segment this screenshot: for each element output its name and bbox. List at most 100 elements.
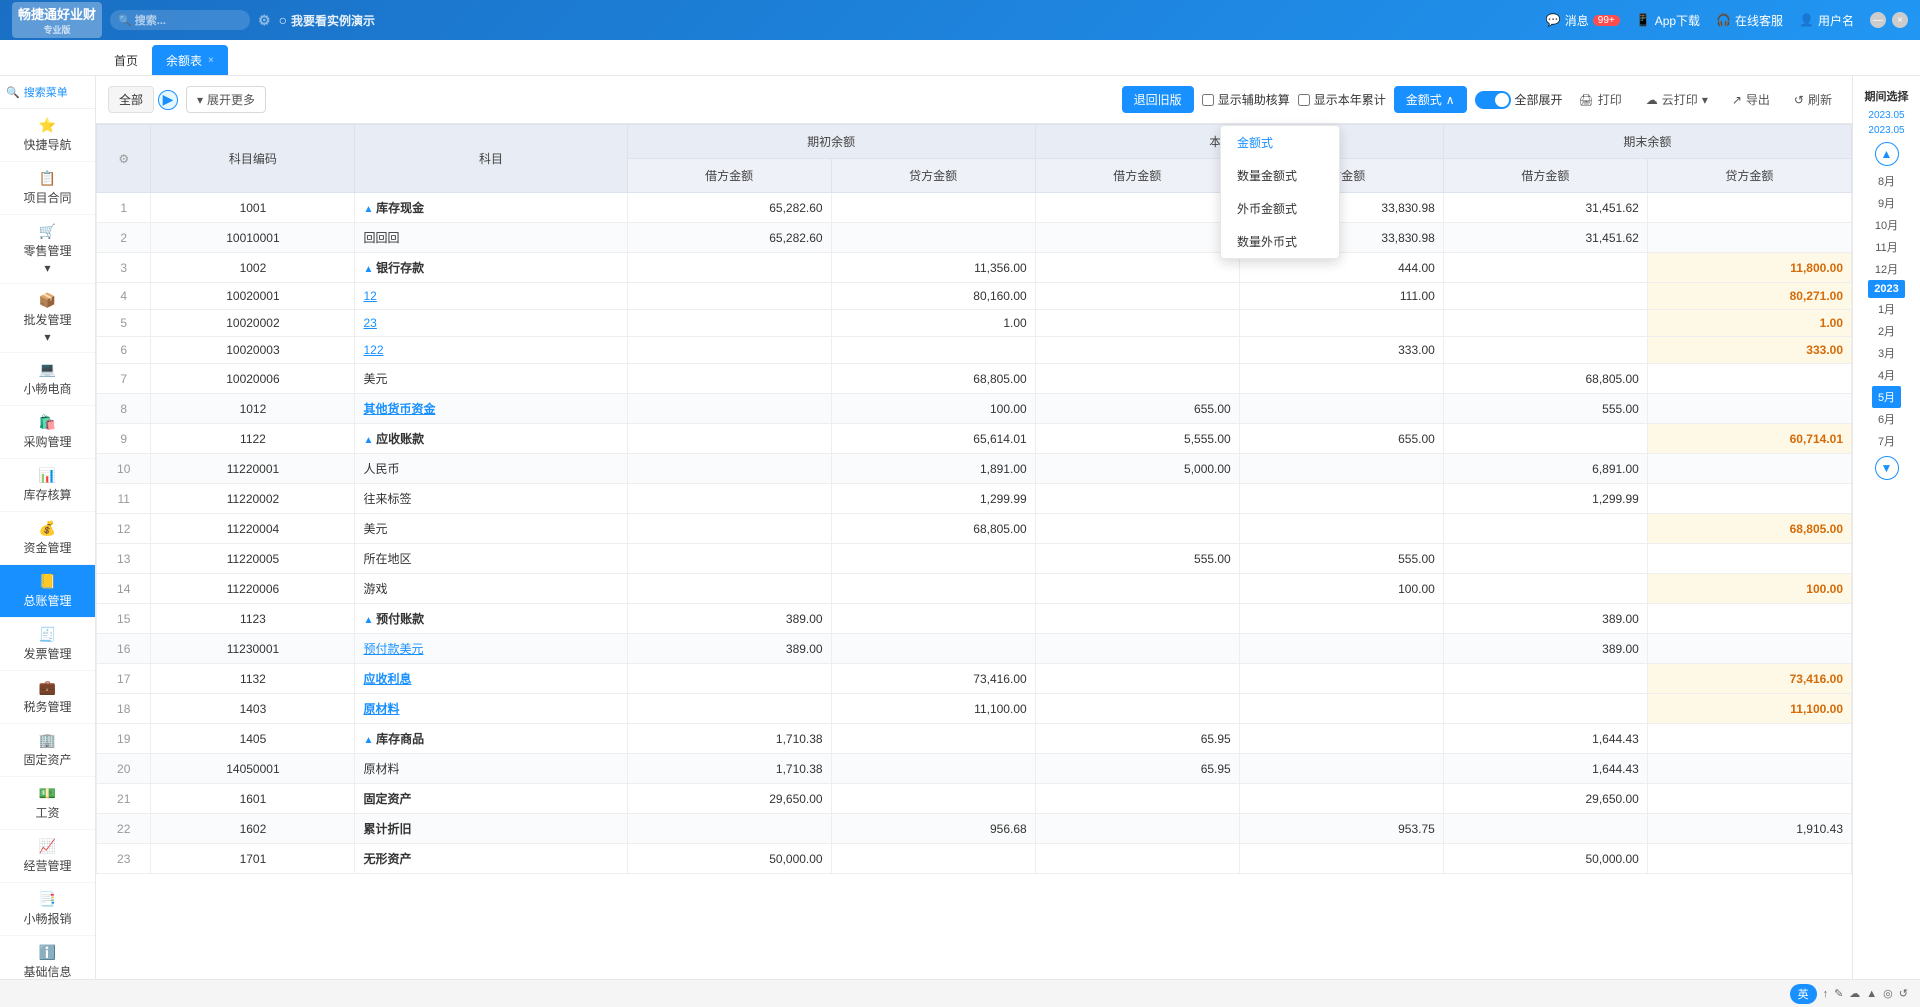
status-circle-btn[interactable]: ◎ — [1883, 987, 1893, 1000]
table-cell-name: 原材料 — [355, 754, 627, 784]
refresh-btn[interactable]: ↺ 刷新 — [1786, 87, 1840, 112]
table-cell-name: ▲ 库存现金 — [355, 193, 627, 223]
table-cell-code: 1701 — [151, 844, 355, 874]
month-1[interactable]: 1月 — [1872, 298, 1901, 320]
table-cell-cur-debit — [1035, 514, 1239, 544]
minimize-btn[interactable]: — — [1870, 12, 1886, 28]
table-opening-header: 期初余额 — [627, 125, 1035, 159]
table-cell-ob-debit: 1,710.38 — [627, 724, 831, 754]
show-auxiliary-checkbox[interactable]: 显示辅助核算 — [1202, 91, 1290, 108]
export-btn[interactable]: ↗ 导出 — [1724, 87, 1778, 112]
table-cell-cur-credit — [1239, 454, 1443, 484]
table-cell-name[interactable]: 应收利息 — [355, 664, 627, 694]
table-cell-ob-debit: 50,000.00 — [627, 844, 831, 874]
sidebar-item-accounting[interactable]: 📒 总账管理 — [0, 565, 95, 618]
table-cell-name[interactable]: 23 — [355, 310, 627, 337]
sidebar-item-inventory[interactable]: 📊 库存核算 — [0, 459, 95, 512]
table-cell-ob-debit: 65,282.60 — [627, 193, 831, 223]
sidebar-item-project[interactable]: 📋 项目合同 — [0, 162, 95, 215]
top-search-bar[interactable]: 🔍 搜索... — [110, 10, 250, 30]
online-service-btn[interactable]: 🎧 在线客服 — [1716, 12, 1783, 29]
tax-icon: 💼 — [39, 679, 56, 696]
table-cell-cb-credit: 80,271.00 — [1647, 283, 1851, 310]
tab-home[interactable]: 首页 — [100, 45, 152, 75]
toggle-switch-control[interactable] — [1475, 91, 1511, 109]
project-icon: 📋 — [39, 170, 56, 187]
month-6[interactable]: 6月 — [1872, 408, 1901, 430]
table-cell-name[interactable]: 122 — [355, 337, 627, 364]
month-12[interactable]: 12月 — [1869, 258, 1904, 280]
month-2[interactable]: 2月 — [1872, 320, 1901, 342]
sidebar-item-ecommerce[interactable]: 💻 小畅电商 — [0, 353, 95, 406]
status-lang-btn[interactable]: 英 — [1790, 984, 1817, 1004]
period-prev-btn[interactable]: ▲ — [1875, 142, 1899, 166]
mode-option-qty-amount[interactable]: 数量金额式 — [1221, 159, 1339, 192]
auxiliary-checkbox-input[interactable] — [1202, 94, 1214, 106]
month-9[interactable]: 9月 — [1872, 192, 1901, 214]
sidebar-item-capital[interactable]: 💰 资金管理 — [0, 512, 95, 565]
table-cell-cb-debit — [1443, 337, 1647, 364]
month-11[interactable]: 11月 — [1869, 236, 1903, 258]
year-2023-label: 2023 — [1868, 280, 1904, 298]
sidebar-item-salary[interactable]: 💵 工资 — [0, 777, 95, 830]
sidebar-item-invoice[interactable]: 🧾 发票管理 — [0, 618, 95, 671]
table-cell-ob-credit: 68,805.00 — [831, 364, 1035, 394]
expand-all-toggle[interactable]: 全部展开 — [1475, 91, 1563, 109]
table-cell-name: 人民币 — [355, 454, 627, 484]
month-5[interactable]: 5月 — [1872, 386, 1901, 408]
show-ytd-checkbox[interactable]: 显示本年累计 — [1298, 91, 1386, 108]
demo-link[interactable]: 我要看实例演示 — [279, 12, 375, 29]
sidebar-item-purchase[interactable]: 🛍️ 采购管理 — [0, 406, 95, 459]
cloud-print-btn[interactable]: ☁ 云打印 ▾ — [1638, 87, 1716, 112]
message-btn[interactable]: 💬 消息 99+ — [1546, 12, 1620, 29]
sidebar-item-fixed-assets[interactable]: 🏢 固定资产 — [0, 724, 95, 777]
mode-option-foreign-amount[interactable]: 外币金额式 — [1221, 192, 1339, 225]
table-cell-name[interactable]: 原材料 — [355, 694, 627, 724]
sidebar-item-basic[interactable]: ℹ️ 基础信息 — [0, 936, 95, 979]
right-panel: 期间选择 2023.05 2023.05 ▲ 8月 9月 10月 11月 12月… — [1852, 76, 1920, 979]
app-download-btn[interactable]: 📱 App下载 — [1636, 12, 1700, 29]
back-old-version-btn[interactable]: 退回旧版 — [1122, 86, 1194, 113]
sidebar-search[interactable]: 🔍 搜索菜单 — [0, 76, 95, 109]
ytd-checkbox-input[interactable] — [1298, 94, 1310, 106]
table-cell-cur-credit — [1239, 664, 1443, 694]
table-cell-name[interactable]: 12 — [355, 283, 627, 310]
tab-close-balance[interactable]: × — [208, 55, 214, 66]
table-cell-name[interactable]: 其他货币资金 — [355, 394, 627, 424]
month-4[interactable]: 4月 — [1872, 364, 1901, 386]
sidebar-item-wholesale[interactable]: 📦 批发管理 ▾ — [0, 284, 95, 353]
sidebar-item-quick-nav[interactable]: ⭐ 快捷导航 — [0, 109, 95, 162]
balance-table: ⚙ 科目编码 科目 期初余额 本期发生额 期末余额 借方金额 贷方金额 借方金额… — [96, 124, 1852, 874]
sidebar-item-sales[interactable]: 📑 小畅报销 — [0, 883, 95, 936]
print-btn[interactable]: 🖨 打印 — [1571, 87, 1630, 112]
sidebar-item-tax[interactable]: 💼 税务管理 — [0, 671, 95, 724]
status-upload-btn[interactable]: ↑ — [1823, 988, 1829, 1000]
month-3[interactable]: 3月 — [1872, 342, 1901, 364]
month-7[interactable]: 7月 — [1872, 430, 1901, 452]
tab-balance[interactable]: 余额表 × — [152, 45, 228, 75]
breadcrumb-next-btn[interactable]: ▶ — [158, 90, 178, 110]
settings-btn[interactable]: ⚙ — [258, 12, 271, 29]
table-settings-col[interactable]: ⚙ — [97, 125, 151, 193]
mode-option-amount[interactable]: 金额式 — [1221, 126, 1339, 159]
close-btn[interactable]: × — [1892, 12, 1908, 28]
mode-option-qty-foreign[interactable]: 数量外币式 — [1221, 225, 1339, 258]
breadcrumb-item[interactable]: 全部 — [108, 86, 154, 113]
table-cell-name[interactable]: 预付款美元 — [355, 634, 627, 664]
sidebar-item-business[interactable]: 📈 经营管理 — [0, 830, 95, 883]
table-cell-cur-credit — [1239, 634, 1443, 664]
mode-dropdown-btn[interactable]: 金额式 ∧ — [1394, 86, 1467, 113]
status-edit-btn[interactable]: ✎ — [1834, 987, 1843, 1000]
table-cell-name: ▲ 银行存款 — [355, 253, 627, 283]
expand-more-btn[interactable]: ▾ 展开更多 — [186, 86, 266, 113]
period-next-btn[interactable]: ▼ — [1875, 456, 1899, 480]
table-cell-code: 11220004 — [151, 514, 355, 544]
table-cell-ob-debit — [627, 310, 831, 337]
month-10[interactable]: 10月 — [1869, 214, 1904, 236]
status-sync-btn[interactable]: ▲ — [1866, 988, 1877, 1000]
status-refresh-btn[interactable]: ↺ — [1899, 987, 1908, 1000]
status-cloud-btn[interactable]: ☁ — [1849, 987, 1860, 1000]
user-avatar[interactable]: 👤 用户名 — [1799, 12, 1854, 29]
month-8[interactable]: 8月 — [1872, 170, 1901, 192]
sidebar-item-retail[interactable]: 🛒 零售管理 ▾ — [0, 215, 95, 284]
